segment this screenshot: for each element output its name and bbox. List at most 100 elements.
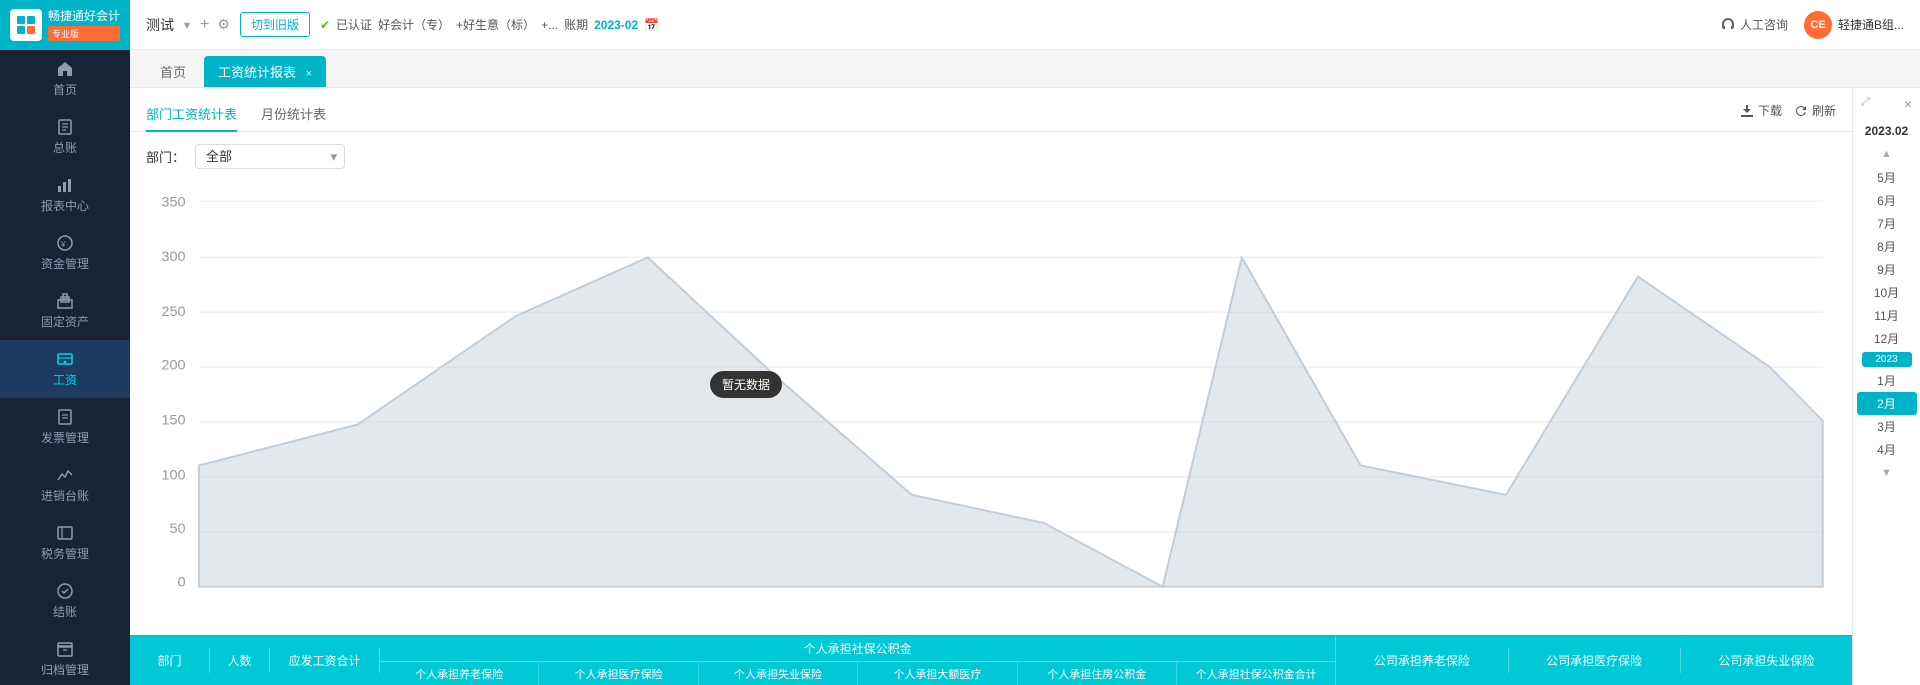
sidebar-item-fixed-assets[interactable]: 固定资产 xyxy=(0,282,130,340)
sidebar-item-label: 固定资产 xyxy=(41,313,89,330)
assets-icon xyxy=(56,292,74,310)
sidebar-item-label: 结账 xyxy=(53,603,77,620)
period-value: 2023-02 xyxy=(594,18,638,32)
invoice-icon xyxy=(56,408,74,426)
dept-select[interactable]: 全部 xyxy=(195,144,345,169)
month-12[interactable]: 12月 xyxy=(1857,327,1917,350)
salary-icon xyxy=(56,350,74,368)
col-group-personal-cells: 个人承担养老保险 个人承担医疗保险 个人承担失业保险 个人承担大额医疗 个人承担… xyxy=(380,662,1335,685)
sidebar: 畅捷通好会计 专业版 首页 总账 报表中心 ¥ 资金管理 固定资产 工资 xyxy=(0,0,130,685)
month-2-active[interactable]: 2月 xyxy=(1857,392,1917,415)
month-6[interactable]: 6月 xyxy=(1857,189,1917,212)
sidebar-item-reports[interactable]: 报表中心 xyxy=(0,166,130,224)
sidebar-item-label: 工资 xyxy=(53,371,77,388)
month-1[interactable]: 1月 xyxy=(1857,369,1917,392)
home-icon xyxy=(56,60,74,78)
col-personal-unemployment: 个人承担失业保险 xyxy=(699,662,858,685)
dept-select-wrap: 全部 xyxy=(195,144,345,169)
sidebar-item-salary[interactable]: 工资 xyxy=(0,340,130,398)
calendar-icon[interactable]: 📅 xyxy=(644,18,659,32)
closing-icon xyxy=(56,582,74,600)
month-8[interactable]: 8月 xyxy=(1857,235,1917,258)
service-btn[interactable]: 人工咨询 xyxy=(1720,16,1788,33)
ledger-icon xyxy=(56,118,74,136)
main-content: 测试 ▾ + ⚙ 切到旧版 ✔ 已认证 好会计（专） +好生意（标） +... … xyxy=(130,0,1920,685)
topbar: 测试 ▾ + ⚙ 切到旧版 ✔ 已认证 好会计（专） +好生意（标） +... … xyxy=(130,0,1920,50)
col-company-unemployment: 公司承担失业保险 xyxy=(1681,648,1852,673)
sidebar-item-archive[interactable]: 归档管理 xyxy=(0,630,130,685)
expand-icon[interactable]: ⤢ xyxy=(1861,96,1870,109)
tabs-bar: 首页 工资统计报表 × xyxy=(130,50,1920,88)
user-profile[interactable]: CE 轻捷通B组... xyxy=(1804,11,1904,39)
username: 轻捷通B组... xyxy=(1838,16,1904,33)
tab-home[interactable]: 首页 xyxy=(146,56,200,87)
right-panel-nav: ▲ 5月 6月 7月 8月 9月 10月 11月 12月 2023 1月 2月 … xyxy=(1853,142,1920,485)
sidebar-item-closing[interactable]: 结账 xyxy=(0,572,130,630)
topbar-status: ✔ 已认证 好会计（专） +好生意（标） +... 账期 2023-02 📅 xyxy=(320,16,659,33)
sidebar-item-funds[interactable]: ¥ 资金管理 xyxy=(0,224,130,282)
service-label: 人工咨询 xyxy=(1740,16,1788,33)
download-icon xyxy=(1740,104,1754,118)
headset-icon xyxy=(1720,17,1736,33)
month-10[interactable]: 10月 xyxy=(1857,281,1917,304)
col-personal-pension: 个人承担养老保险 xyxy=(380,662,539,685)
sub-tab-month[interactable]: 月份统计表 xyxy=(261,98,326,131)
download-btn[interactable]: 下载 xyxy=(1740,102,1782,119)
content: 部门工资统计表 月份统计表 下载 刷新 部门： xyxy=(130,88,1920,685)
topbar-right: 人工咨询 CE 轻捷通B组... xyxy=(1720,11,1904,39)
status-more: +... xyxy=(541,18,558,32)
tab-close-icon[interactable]: × xyxy=(306,68,312,80)
month-11[interactable]: 11月 xyxy=(1857,304,1917,327)
svg-text:300: 300 xyxy=(161,249,185,265)
archive-icon xyxy=(56,640,74,658)
sidebar-item-sales[interactable]: 进销台账 xyxy=(0,456,130,514)
month-3[interactable]: 3月 xyxy=(1857,415,1917,438)
table-footer: 部门 人数 应发工资合计 个人承担社保公积金 个人承担养老保险 个人承担医疗保险… xyxy=(130,635,1852,685)
add-icon[interactable]: + xyxy=(200,16,209,34)
project-name: 测试 xyxy=(146,15,174,35)
nav-up-btn[interactable]: ▲ xyxy=(1875,142,1899,166)
avatar: CE xyxy=(1804,11,1832,39)
sidebar-item-label: 进销台账 xyxy=(41,487,89,504)
svg-text:200: 200 xyxy=(161,358,185,374)
project-arrow-icon: ▾ xyxy=(184,18,190,32)
settings-icon[interactable]: ⚙ xyxy=(217,16,230,33)
sidebar-item-label: 资金管理 xyxy=(41,255,89,272)
logo-icon xyxy=(10,9,42,41)
sub-tab-dept[interactable]: 部门工资统计表 xyxy=(146,98,237,131)
sidebar-item-label: 总账 xyxy=(53,139,77,156)
sidebar-logo: 畅捷通好会计 专业版 xyxy=(0,0,130,50)
nav-down-btn[interactable]: ▼ xyxy=(1875,461,1899,485)
sidebar-item-invoice[interactable]: 发票管理 xyxy=(0,398,130,456)
month-9[interactable]: 9月 xyxy=(1857,258,1917,281)
sidebar-menu: 首页 总账 报表中心 ¥ 资金管理 固定资产 工资 发票管理 进销台账 xyxy=(0,50,130,685)
refresh-icon xyxy=(1794,104,1808,118)
close-panel-icon[interactable]: × xyxy=(1904,96,1912,112)
month-5[interactable]: 5月 xyxy=(1857,166,1917,189)
sidebar-item-label: 首页 xyxy=(53,81,77,98)
logo-text: 畅捷通好会计 xyxy=(48,9,120,25)
refresh-label: 刷新 xyxy=(1812,102,1836,119)
col-dept: 部门 xyxy=(130,648,210,673)
switch-old-btn[interactable]: 切到旧版 xyxy=(240,12,310,37)
month-7[interactable]: 7月 xyxy=(1857,212,1917,235)
content-main: 部门工资统计表 月份统计表 下载 刷新 部门： xyxy=(130,88,1852,685)
col-total-salary: 应发工资合计 xyxy=(270,648,380,673)
right-panel-date: 2023.02 xyxy=(1865,124,1908,138)
period-label: 账期 xyxy=(564,16,588,33)
filters: 部门： 全部 xyxy=(130,132,1852,181)
status-good-accounting: 好会计（专） xyxy=(378,16,450,33)
refresh-btn[interactable]: 刷新 xyxy=(1794,102,1836,119)
month-4[interactable]: 4月 xyxy=(1857,438,1917,461)
sidebar-item-tax[interactable]: 税务管理 xyxy=(0,514,130,572)
status-certified: 已认证 xyxy=(336,16,372,33)
year-badge: 2023 xyxy=(1862,352,1912,367)
sidebar-item-label: 发票管理 xyxy=(41,429,89,446)
tab-salary-report[interactable]: 工资统计报表 × xyxy=(204,56,326,87)
sidebar-item-home[interactable]: 首页 xyxy=(0,50,130,108)
svg-text:100: 100 xyxy=(161,468,185,484)
col-personal-housing: 个人承担住房公积金 xyxy=(1018,662,1177,685)
certified-icon: ✔ xyxy=(320,18,330,32)
sub-tabs: 部门工资统计表 月份统计表 下载 刷新 xyxy=(130,88,1852,132)
sidebar-item-general-ledger[interactable]: 总账 xyxy=(0,108,130,166)
